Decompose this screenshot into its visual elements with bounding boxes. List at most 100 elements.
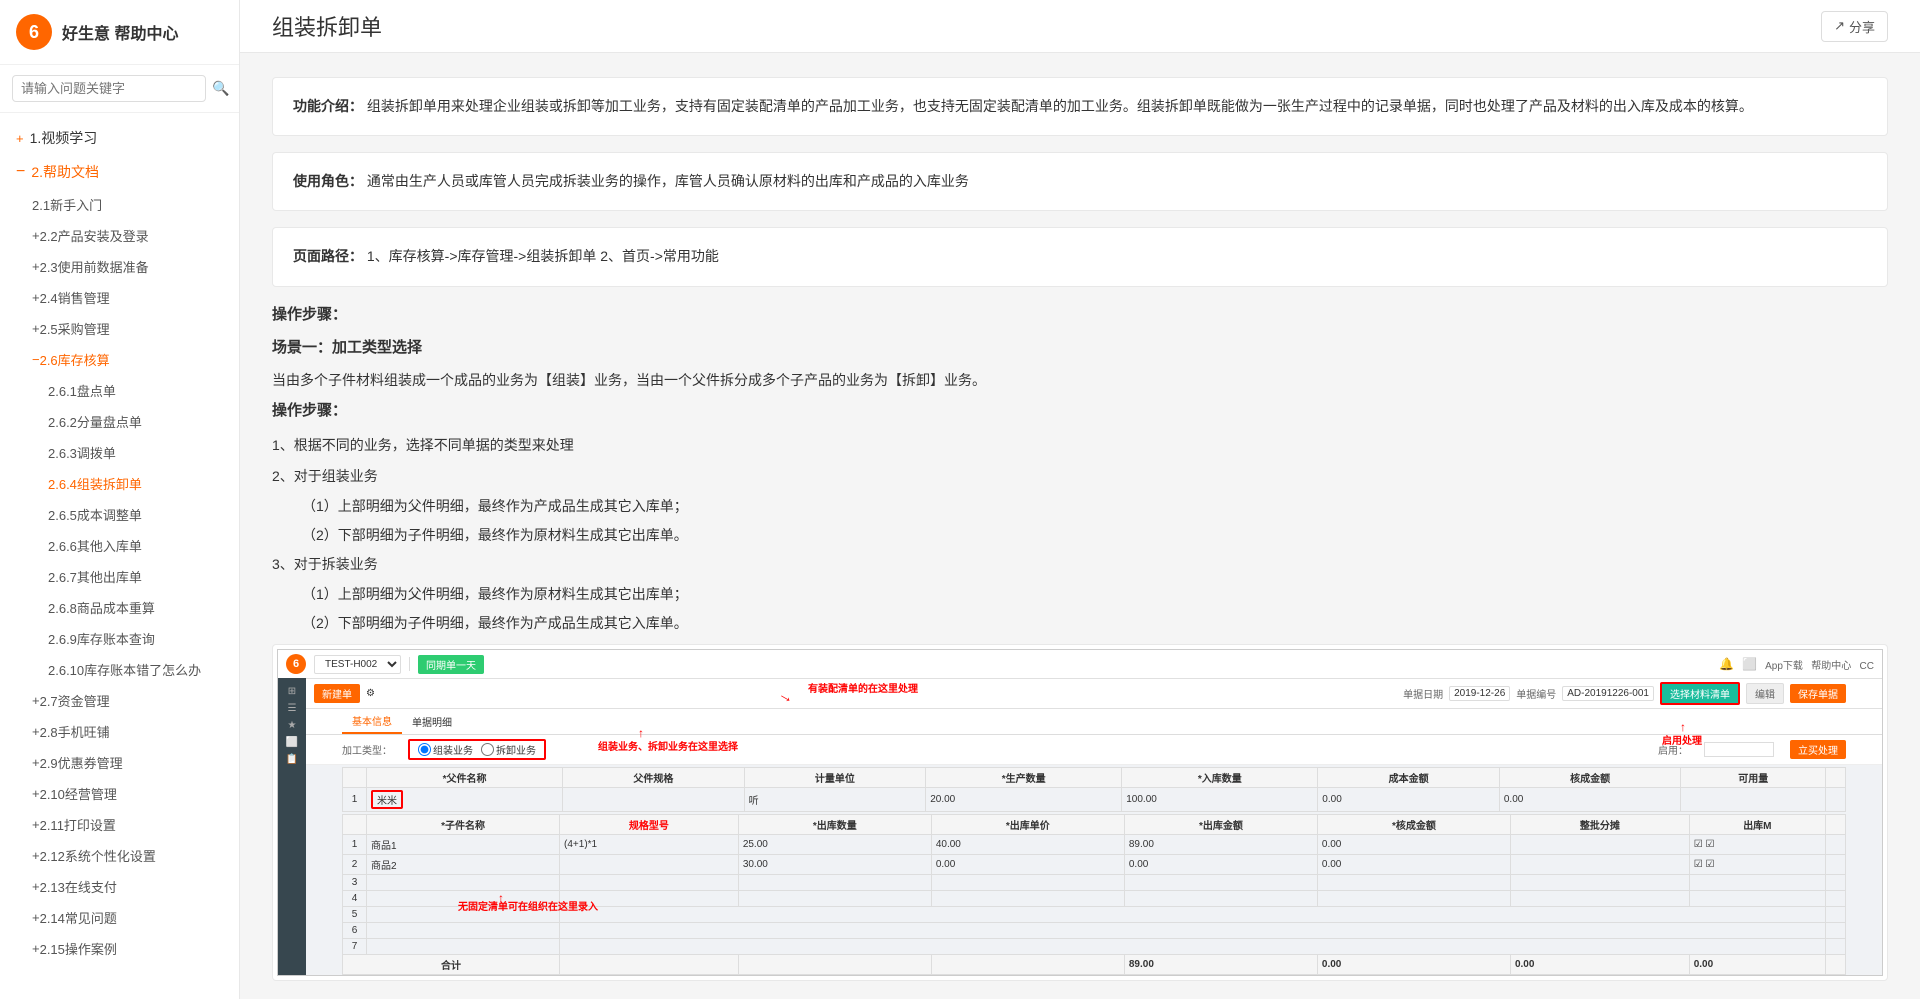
- sidebar-item-sales[interactable]: + 2.4销售管理: [0, 282, 239, 313]
- mock-icon-apps: ⬜: [1742, 657, 1757, 671]
- sidebar-item-cost-adjust[interactable]: 2.6.5成本调整单: [0, 499, 239, 530]
- mock-toolbar-icon1: ⚙: [366, 688, 375, 699]
- sidebar-item-inventory-query[interactable]: 2.6.9库存账本查询: [0, 623, 239, 654]
- mock-sidebar-icon1: ⊞: [288, 686, 296, 697]
- share-button[interactable]: ↗ 分享: [1821, 11, 1888, 42]
- sidebar-item-inventory-fix[interactable]: 2.6.10库存账本错了怎么办: [0, 654, 239, 685]
- mock-sidebar-icon3: ★: [288, 720, 297, 731]
- nav-section-2: − 2.帮助文档 2.1新手入门 + 2.2产品安装及登录 + 2.3使用前数据…: [0, 155, 239, 964]
- sidebar-item-cost-recalc[interactable]: 2.6.8商品成本重算: [0, 592, 239, 623]
- collapse-icon: −: [16, 164, 25, 180]
- mock-bom-btn[interactable]: 选择材料清单: [1660, 682, 1740, 705]
- mock-activate-btn[interactable]: 立买处理: [1790, 740, 1846, 759]
- mock-type-assembly[interactable]: 组装业务: [418, 742, 473, 757]
- screenshot-container: 6 TEST-H002 同期单一天 🔔 ⬜ App下载 帮助中心 CC: [272, 644, 1888, 981]
- operation-steps-section: 操作步骤： 场景一：加工类型选择 当由多个子件材料组装成一个成品的业务为【组装】…: [272, 303, 1888, 982]
- sidebar-item-operations[interactable]: + 2.10经营管理: [0, 778, 239, 809]
- mock-screenshot: 6 TEST-H002 同期单一天 🔔 ⬜ App下载 帮助中心 CC: [277, 649, 1883, 976]
- expand-icon: +: [32, 879, 40, 894]
- search-bar: 🔍: [0, 65, 239, 113]
- annotation-bom: 有装配清单的在这里处理: [808, 680, 918, 695]
- annotation-type: 组装业务、拆卸业务在这里选择: [598, 738, 738, 753]
- sidebar-item-payment[interactable]: + 2.13在线支付: [0, 871, 239, 902]
- sidebar-item-cases[interactable]: + 2.15操作案例: [0, 933, 239, 964]
- expand-icon: +: [32, 755, 40, 770]
- nav-tree: + 1.视频学习 − 2.帮助文档 2.1新手入门 + 2.2产品安装及登录 +: [0, 113, 239, 999]
- sidebar-item-mobile[interactable]: + 2.8手机旺铺: [0, 716, 239, 747]
- sidebar-item-other-outbound[interactable]: 2.6.7其他出库单: [0, 561, 239, 592]
- expand-icon: +: [32, 910, 40, 925]
- sidebar-item-inventory[interactable]: − 2.6库存核算: [0, 344, 239, 375]
- path-label: 页面路径：: [293, 248, 363, 264]
- mock-type-options[interactable]: 组装业务 拆卸业务: [408, 739, 546, 760]
- mock-icon-bell: 🔔: [1719, 657, 1734, 671]
- mock-new-btn[interactable]: 新建单: [314, 684, 360, 703]
- step-3-sub-1: （1）上部明细为父件明细，最终作为原材料生成其它出库单；: [302, 581, 1888, 608]
- expand-icon: +: [32, 848, 40, 863]
- topbar: 组装拆卸单 ↗ 分享: [240, 0, 1920, 53]
- mock-order-value: AD-20191226-001: [1562, 686, 1654, 701]
- mock-sidebar-icon2: ☰: [288, 703, 297, 714]
- mock-label-date: 单据日期: [1403, 686, 1443, 701]
- mock-tab-detail[interactable]: 单据明细: [402, 710, 462, 733]
- sidebar-item-beginner[interactable]: 2.1新手入门: [0, 189, 239, 220]
- step-2: 2、对于组装业务: [272, 463, 1888, 490]
- mock-status-input[interactable]: [1704, 742, 1774, 757]
- expand-icon: +: [32, 290, 40, 305]
- sidebar-item-partial-stocktake[interactable]: 2.6.2分量盘点单: [0, 406, 239, 437]
- expand-icon: +: [32, 259, 40, 274]
- annotation-arrow-type: ↑: [638, 726, 644, 740]
- sidebar-item-coupon[interactable]: + 2.9优惠券管理: [0, 747, 239, 778]
- annotation-activate: 启用处理: [1662, 732, 1702, 747]
- sidebar-item-purchase[interactable]: + 2.5采购管理: [0, 313, 239, 344]
- annotation-arrow-no-bom: ↑: [498, 891, 504, 905]
- mock-logo: 6: [286, 654, 306, 674]
- mock-tab-basic[interactable]: 基本信息: [342, 709, 402, 734]
- expand-icon: +: [32, 693, 40, 708]
- mock-new-period-btn[interactable]: 同期单一天: [418, 655, 484, 674]
- sidebar: 6 好生意 帮助中心 🔍 + 1.视频学习 − 2.帮助文档 2.1新手入门: [0, 0, 240, 999]
- sidebar-item-data-prep[interactable]: + 2.3使用前数据准备: [0, 251, 239, 282]
- sidebar-item-transfer[interactable]: 2.6.3调拨单: [0, 437, 239, 468]
- sidebar-item-stocktake[interactable]: 2.6.1盘点单: [0, 375, 239, 406]
- expand-icon: +: [32, 786, 40, 801]
- logo-icon: 6: [16, 14, 52, 50]
- scenario-title: 场景一：加工类型选择: [272, 336, 1888, 357]
- expand-icon: +: [32, 941, 40, 956]
- mock-action-btn[interactable]: 编辑: [1746, 683, 1784, 704]
- mock-type-disassembly[interactable]: 拆卸业务: [481, 742, 536, 757]
- sidebar-item-video-learning[interactable]: + 1.视频学习: [0, 121, 239, 155]
- sidebar-item-customize[interactable]: + 2.12系统个性化设置: [0, 840, 239, 871]
- scenario-desc: 当由多个子件材料组装成一个成品的业务为【组装】业务，当由一个父件拆分成多个子产品…: [272, 367, 1888, 394]
- mock-date-value: 2019-12-26: [1449, 686, 1510, 701]
- app-name: 好生意 帮助中心: [62, 20, 178, 44]
- annotation-no-bom: 无固定清单可在组织在这里录入: [458, 898, 598, 913]
- sidebar-item-install[interactable]: + 2.2产品安装及登录: [0, 220, 239, 251]
- expand-icon: +: [32, 228, 40, 243]
- feature-intro-text: 组装拆卸单用来处理企业组装或拆卸等加工业务，支持有固定装配清单的产品加工业务，也…: [367, 98, 1753, 114]
- sidebar-item-faq[interactable]: + 2.14常见问题: [0, 902, 239, 933]
- mock-label-order: 单据编号: [1516, 686, 1556, 701]
- sidebar-item-assembly[interactable]: 2.6.4组装拆卸单: [0, 468, 239, 499]
- mock-save-btn[interactable]: 保存单据: [1790, 684, 1846, 703]
- sidebar-item-help-docs[interactable]: − 2.帮助文档: [0, 155, 239, 189]
- mock-company-select[interactable]: TEST-H002: [314, 655, 401, 674]
- expand-icon: +: [32, 321, 40, 336]
- mock-sidebar-icon5: 📋: [286, 754, 298, 765]
- step-3: 3、对于拆装业务: [272, 551, 1888, 578]
- step-2-sub-1: （1）上部明细为父件明细，最终作为产成品生成其它入库单；: [302, 493, 1888, 520]
- operation-steps-title: 操作步骤：: [272, 303, 1888, 324]
- search-icon[interactable]: 🔍: [212, 80, 229, 97]
- search-input[interactable]: [12, 75, 206, 102]
- op-steps-label: 操作步骤：: [272, 399, 1888, 420]
- mock-process-type-label: 加工类型：: [342, 742, 392, 757]
- sidebar-item-print[interactable]: + 2.11打印设置: [0, 809, 239, 840]
- step-1: 1、根据不同的业务，选择不同单据的类型来处理: [272, 432, 1888, 459]
- sidebar-item-finance[interactable]: + 2.7资金管理: [0, 685, 239, 716]
- main-area: 组装拆卸单 ↗ 分享 功能介绍： 组装拆卸单用来处理企业组装或拆卸等加工业务，支…: [240, 0, 1920, 999]
- feature-intro-block: 功能介绍： 组装拆卸单用来处理企业组装或拆卸等加工业务，支持有固定装配清单的产品…: [272, 77, 1888, 136]
- user-role-text: 通常由生产人员或库管人员完成拆装业务的操作，库管人员确认原材料的出库和产成品的入…: [367, 173, 969, 189]
- user-role-label: 使用角色：: [293, 173, 363, 189]
- mock-child-table: *子件名称 规格型号 *出库数量 *出库单价 *出库金额 *核成金额 整批分摊 …: [342, 814, 1846, 975]
- sidebar-item-other-inbound[interactable]: 2.6.6其他入库单: [0, 530, 239, 561]
